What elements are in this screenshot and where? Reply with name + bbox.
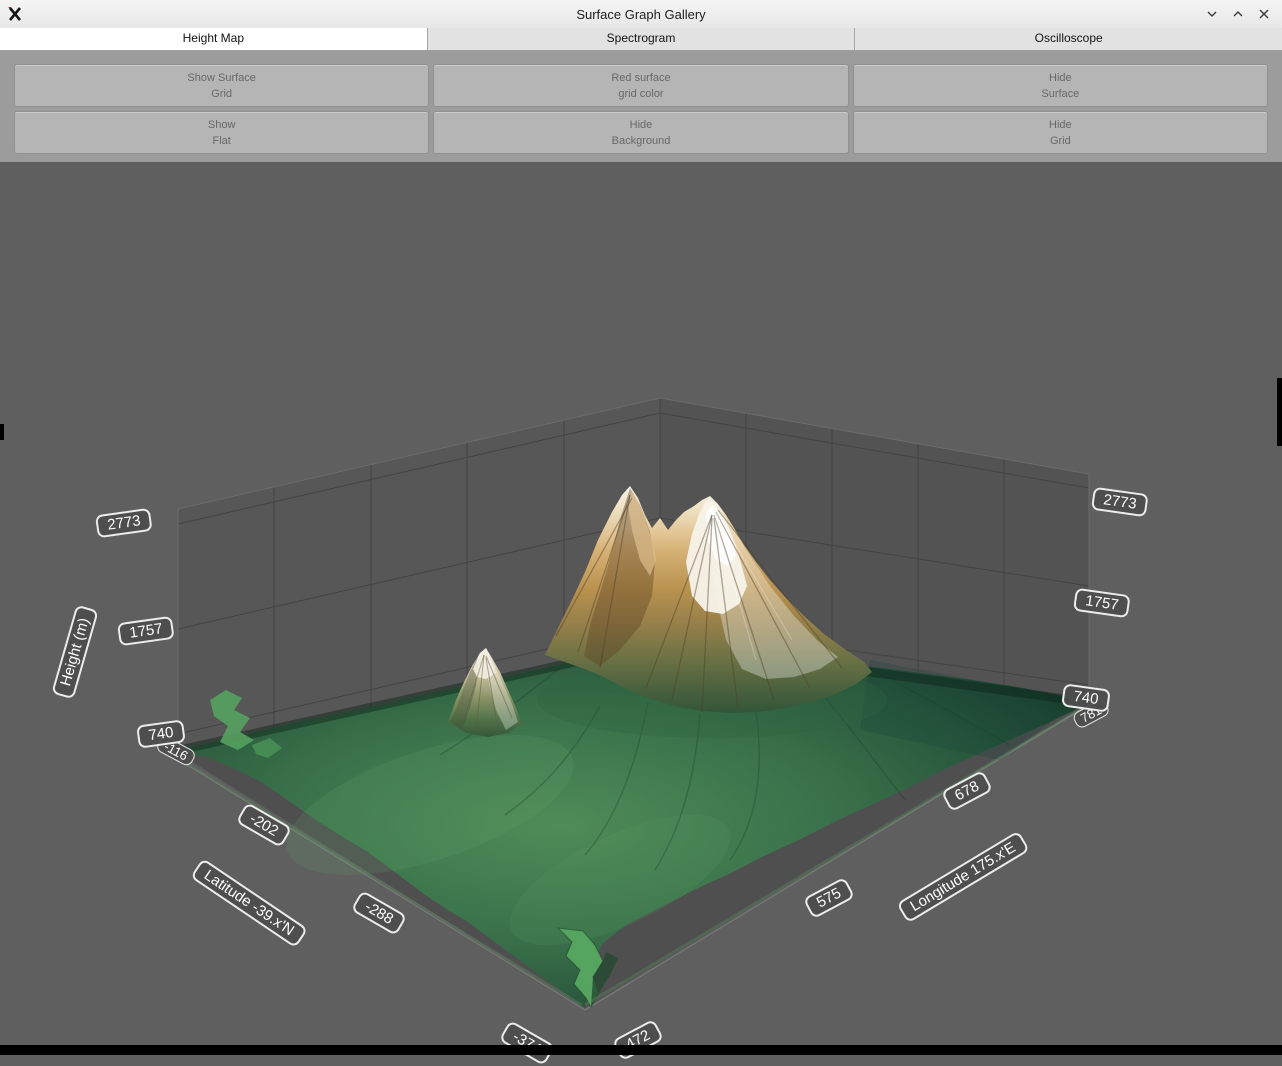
button-label-line: Show (208, 117, 236, 133)
tab-oscilloscope[interactable]: Oscilloscope (855, 28, 1282, 50)
toolbar: Show Surface Grid Red surface grid color… (0, 51, 1282, 162)
button-label-line: Hide (1049, 70, 1072, 86)
button-label-line: grid color (618, 86, 663, 102)
button-label-line: Grid (1050, 133, 1071, 149)
button-label-line: Grid (211, 86, 232, 102)
bottom-black-bar (0, 1045, 1282, 1055)
toggle-surface-button[interactable]: Hide Surface (853, 64, 1268, 107)
maximize-button[interactable] (1230, 6, 1246, 22)
button-label-line: Show Surface (187, 70, 255, 86)
left-edge-artifact (0, 424, 4, 440)
chevron-up-icon (1232, 8, 1244, 20)
toggle-background-button[interactable]: Hide Background (433, 111, 848, 154)
grid-color-button[interactable]: Red surface grid color (433, 64, 848, 107)
x-logo-icon (7, 6, 23, 22)
button-label-line: Hide (1049, 117, 1072, 133)
toggle-surface-grid-button[interactable]: Show Surface Grid (14, 64, 429, 107)
toggle-grid-button[interactable]: Hide Grid (853, 111, 1268, 154)
button-label-line: Red surface (611, 70, 670, 86)
shade-button[interactable] (1204, 6, 1220, 22)
button-label-line: Hide (630, 117, 653, 133)
close-button[interactable] (1256, 6, 1272, 22)
tab-bar: Height Map Spectrogram Oscilloscope (0, 28, 1282, 51)
tab-spectrogram[interactable]: Spectrogram (428, 28, 856, 50)
titlebar: Surface Graph Gallery (0, 0, 1282, 29)
tab-height-map[interactable]: Height Map (0, 28, 428, 50)
button-label-line: Flat (212, 133, 230, 149)
toggle-flat-button[interactable]: Show Flat (14, 111, 429, 154)
window-controls (1204, 6, 1282, 22)
button-label-line: Background (612, 133, 671, 149)
chevron-down-icon (1206, 8, 1218, 20)
window-title: Surface Graph Gallery (0, 7, 1282, 22)
right-edge-artifact (1277, 378, 1282, 446)
button-label-line: Surface (1041, 86, 1079, 102)
close-icon (1258, 8, 1270, 20)
